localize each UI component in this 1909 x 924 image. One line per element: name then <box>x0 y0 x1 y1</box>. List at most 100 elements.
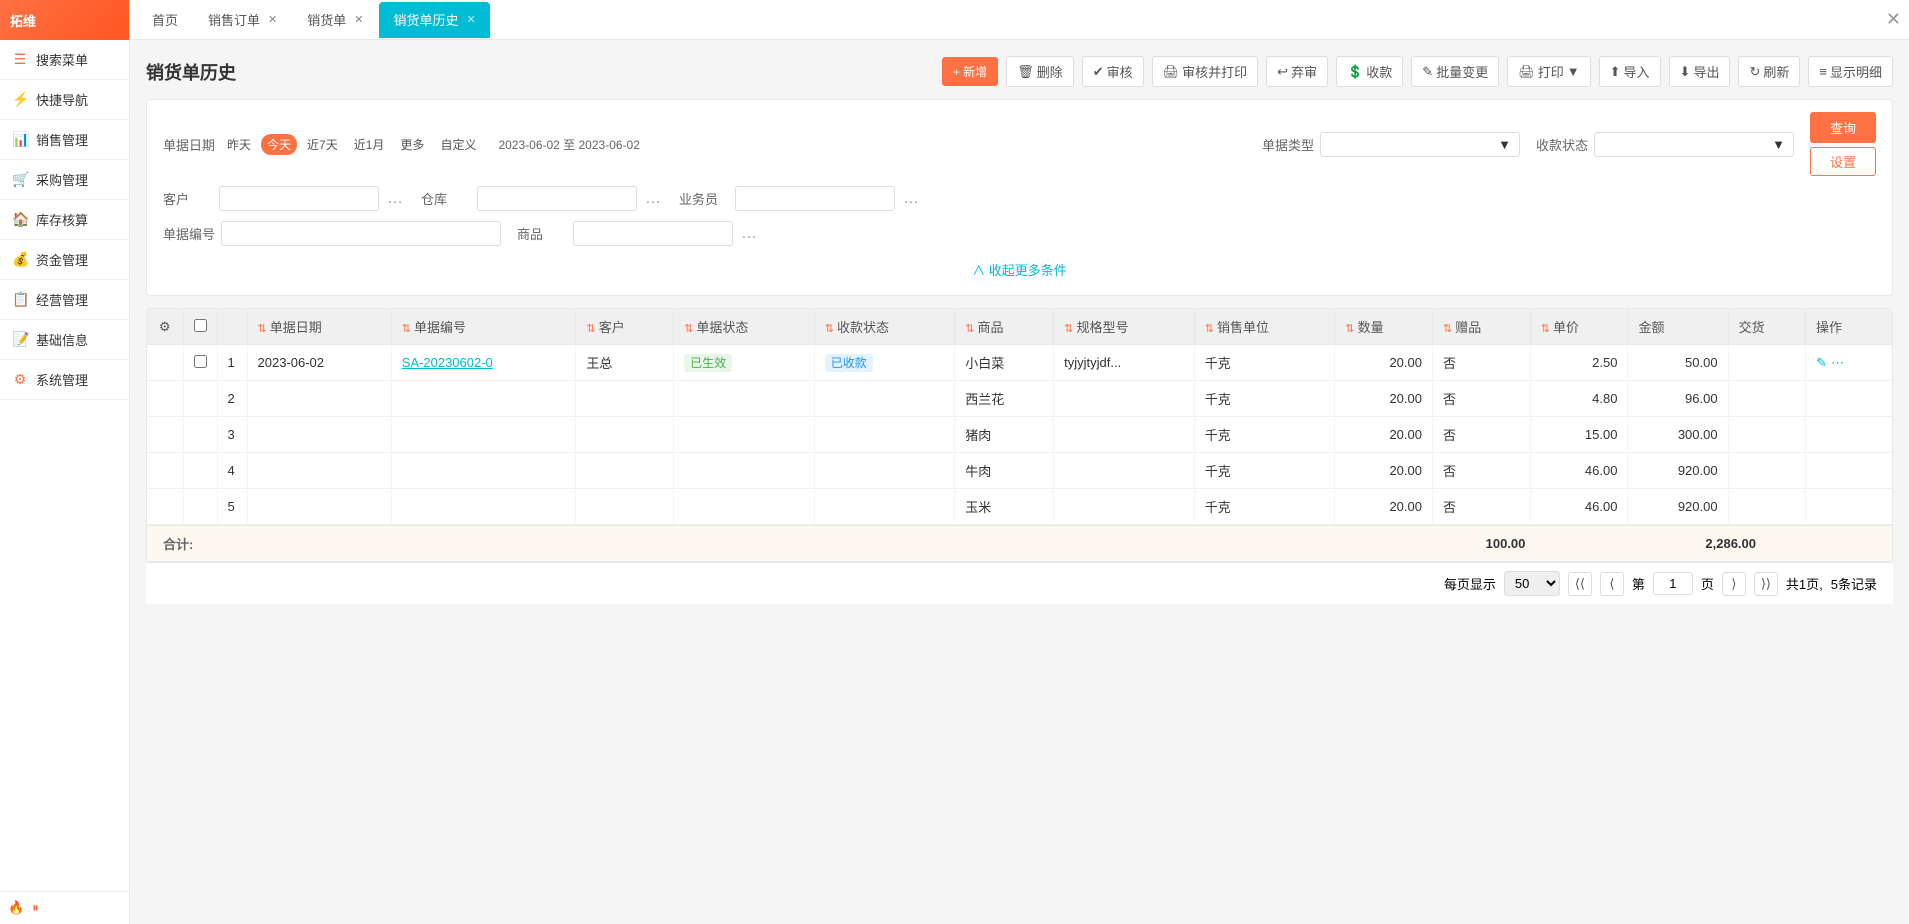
sidebar-item-basic-info[interactable]: 📝 基础信息 <box>0 320 129 360</box>
collapse-btn[interactable]: ∧ 收起更多条件 <box>163 256 1876 283</box>
query-button[interactable]: 查询 <box>1810 112 1876 143</box>
col-gift[interactable]: 赠品 <box>1433 309 1531 345</box>
filter-goods: 商品 … <box>517 221 759 246</box>
delete-button[interactable]: 🗑 删除 <box>1006 56 1074 87</box>
collect-button[interactable]: 💲 收款 <box>1336 56 1403 87</box>
fire-icon[interactable]: 🔥 <box>8 900 24 916</box>
shortcut-yesterday[interactable]: 昨天 <box>221 134 257 155</box>
sidebar-item-finance-mgmt[interactable]: 💰 资金管理 <box>0 240 129 280</box>
toolbar: + 新增 🗑 删除 ✔ 审核 🖨 审核并打印 ↩ 弃审 <box>942 56 1893 87</box>
row-checkbox-cell <box>183 489 217 525</box>
col-checkbox <box>183 309 217 345</box>
shortcut-1month[interactable]: 近1月 <box>348 134 391 155</box>
doc-no-link[interactable]: SA-20230602-0 <box>402 355 493 370</box>
sidebar-item-label: 经营管理 <box>36 290 88 309</box>
abandon-button[interactable]: ↩ 弃审 <box>1266 56 1328 87</box>
data-table: ⚙ 单据日期 单据编号 客户 单据状态 收款状态 商品 规格型号 销售单位 <box>147 309 1892 525</box>
col-collect-status[interactable]: 收款状态 <box>814 309 955 345</box>
row-collect-status <box>814 453 955 489</box>
tab-close-all[interactable]: ✕ <box>1886 9 1901 30</box>
col-unit-price[interactable]: 单价 <box>1530 309 1628 345</box>
page-next-btn[interactable]: ⟩ <box>1722 572 1746 596</box>
import-button[interactable]: ⬆ 导入 <box>1599 56 1661 87</box>
col-spec[interactable]: 规格型号 <box>1054 309 1195 345</box>
business-input[interactable] <box>735 186 895 211</box>
tab-sales-goods[interactable]: 销货单 ✕ <box>293 2 377 38</box>
col-doc-date[interactable]: 单据日期 <box>247 309 391 345</box>
row-checkbox[interactable] <box>194 355 207 368</box>
setting-button[interactable]: 设置 <box>1810 147 1876 176</box>
goods-input[interactable] <box>573 221 733 246</box>
print-button[interactable]: 🖨 打印 ▼ <box>1507 56 1590 87</box>
page-title: 销货单历史 <box>146 59 236 85</box>
query-buttons: 查询 设置 <box>1810 112 1876 176</box>
sidebar-item-stock-calc[interactable]: 🏠 库存核算 <box>0 200 129 240</box>
warehouse-more-btn[interactable]: … <box>643 190 663 208</box>
page-input[interactable] <box>1653 572 1693 595</box>
shortcut-more[interactable]: 更多 <box>394 134 430 155</box>
more-btn[interactable]: ⋯ <box>1831 355 1844 370</box>
tab-home[interactable]: 首页 <box>138 2 192 38</box>
row-customer <box>576 453 674 489</box>
tab-sales-history[interactable]: 销货单历史 ✕ <box>379 2 489 38</box>
sidebar-item-label: 基础信息 <box>36 330 88 349</box>
sidebar-item-sales-mgmt[interactable]: 📊 销售管理 <box>0 120 129 160</box>
sidebar-item-quick-nav[interactable]: ⚡ 快捷导航 <box>0 80 129 120</box>
page-first-btn[interactable]: ⟨⟨ <box>1568 572 1592 596</box>
warehouse-input[interactable] <box>477 186 637 211</box>
shortcut-custom[interactable]: 自定义 <box>434 134 482 155</box>
row-spec <box>1054 489 1195 525</box>
row-amount: 300.00 <box>1628 417 1728 453</box>
row-no: 2 <box>217 381 247 417</box>
sidebar-item-sys-mgmt[interactable]: ⚙ 系统管理 <box>0 360 129 400</box>
sidebar-item-purchase-mgmt[interactable]: 🛒 采购管理 <box>0 160 129 200</box>
collect-status-select[interactable]: ▼ <box>1594 132 1794 157</box>
col-customer[interactable]: 客户 <box>576 309 674 345</box>
review-print-button[interactable]: 🖨 审核并打印 <box>1152 56 1259 87</box>
purchase-mgmt-icon: 🛒 <box>12 171 28 188</box>
review-button[interactable]: ✔ 审核 <box>1082 56 1144 87</box>
tab-close-sales-history[interactable]: ✕ <box>467 13 476 26</box>
select-all-checkbox[interactable] <box>194 319 207 332</box>
batch-change-button[interactable]: ✎ 批量变更 <box>1411 56 1499 87</box>
edit-btn[interactable]: ✎ <box>1816 355 1827 370</box>
review-icon: ✔ <box>1093 64 1104 80</box>
col-doc-status[interactable]: 单据状态 <box>674 309 815 345</box>
sidebar-item-label: 库存核算 <box>36 210 88 229</box>
sidebar-item-ops-mgmt[interactable]: 📋 经营管理 <box>0 280 129 320</box>
export-button[interactable]: ⬇ 导出 <box>1669 56 1731 87</box>
sidebar-item-search-menu[interactable]: ☰ 搜索菜单 <box>0 40 129 80</box>
new-button[interactable]: + 新增 <box>942 57 998 86</box>
col-quantity[interactable]: 数量 <box>1335 309 1433 345</box>
page-size-select[interactable]: 50 100 200 <box>1504 571 1560 596</box>
shortcut-7days[interactable]: 近7天 <box>301 134 344 155</box>
tab-close-sales-goods[interactable]: ✕ <box>354 13 363 26</box>
main-area: 首页 销售订单 ✕ 销货单 ✕ 销货单历史 ✕ ✕ 销货单历史 + 新增 🗑 删… <box>130 0 1909 924</box>
goods-more-btn[interactable]: … <box>739 225 759 243</box>
doc-type-select[interactable]: ▼ <box>1320 132 1520 157</box>
business-more-btn[interactable]: … <box>901 190 921 208</box>
settings-icon[interactable]: ⚙ <box>159 319 171 334</box>
sidebar-logo: 拓维 <box>0 0 129 40</box>
page-prev-btn[interactable]: ⟨ <box>1600 572 1624 596</box>
filter-panel: 单据日期 昨天 今天 近7天 近1月 更多 自定义 2023-06-02 至 2… <box>146 99 1893 296</box>
row-quantity: 20.00 <box>1335 381 1433 417</box>
row-trade <box>1728 453 1805 489</box>
page-last-btn[interactable]: ⟩⟩ <box>1754 572 1778 596</box>
collect-status-badge: 已收款 <box>825 354 873 372</box>
filter-row-1: 单据日期 昨天 今天 近7天 近1月 更多 自定义 2023-06-02 至 2… <box>163 112 1876 176</box>
pause-icon[interactable]: ⏸ <box>32 900 39 916</box>
tab-sales-order[interactable]: 销售订单 ✕ <box>194 2 291 38</box>
customer-more-btn[interactable]: … <box>385 190 405 208</box>
show-detail-button[interactable]: ≡ 显示明细 <box>1808 56 1893 87</box>
col-doc-no[interactable]: 单据编号 <box>391 309 576 345</box>
col-sales-unit[interactable]: 销售单位 <box>1194 309 1335 345</box>
shortcut-today[interactable]: 今天 <box>261 134 297 155</box>
customer-input[interactable] <box>219 186 379 211</box>
tab-close-sales-order[interactable]: ✕ <box>268 13 277 26</box>
row-quantity: 20.00 <box>1335 417 1433 453</box>
refresh-button[interactable]: ↻ 刷新 <box>1738 56 1800 87</box>
col-goods[interactable]: 商品 <box>955 309 1054 345</box>
col-settings[interactable]: ⚙ <box>147 309 183 345</box>
doc-no-input[interactable] <box>221 221 501 246</box>
